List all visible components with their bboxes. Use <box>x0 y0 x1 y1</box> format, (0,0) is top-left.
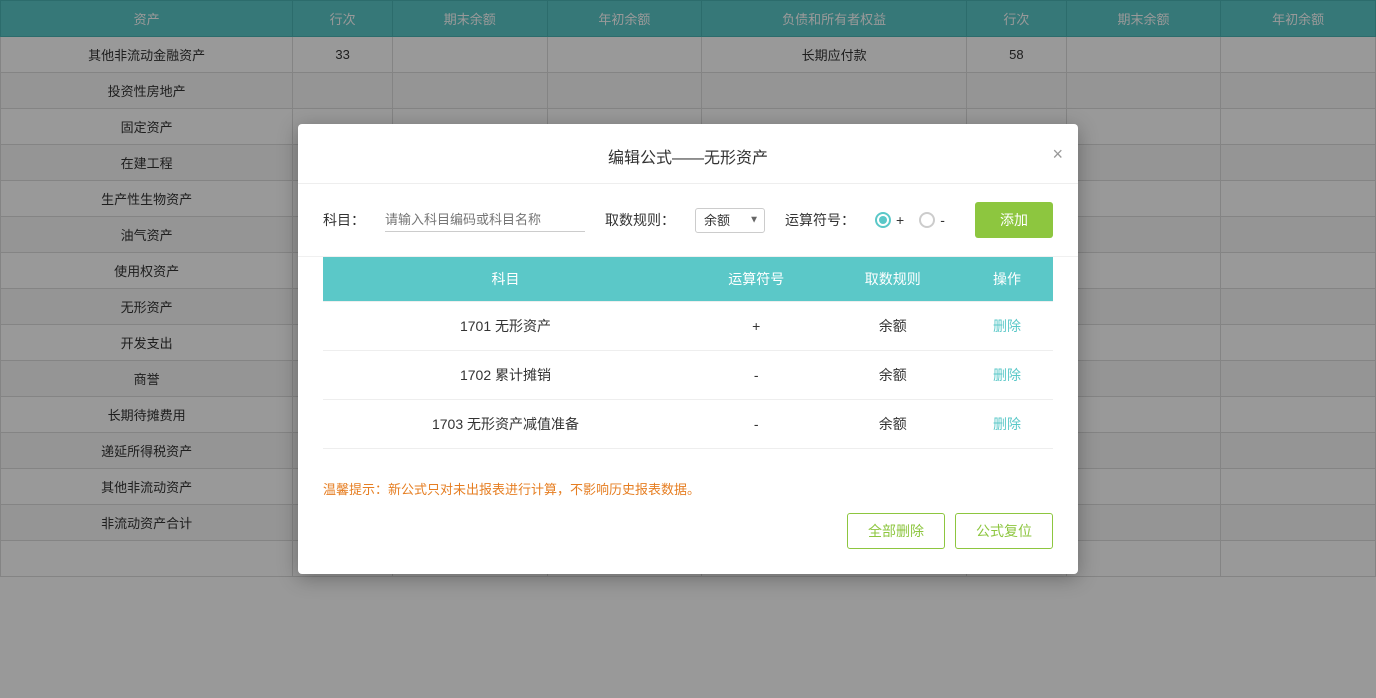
add-button[interactable]: 添加 <box>975 202 1053 238</box>
tip-text: 温馨提示：新公式只对未出报表进行计算，不影响历史报表数据。 <box>323 479 1053 498</box>
form-row: 科目： 取数规则： 余额 发生额 ▼ 运算符号： + - <box>298 184 1078 257</box>
subject-cell: 1702 累计摊销 <box>323 351 688 400</box>
rule-cell: 余额 <box>824 302 960 351</box>
delete-link[interactable]: 删除 <box>993 367 1021 383</box>
formula-header-cell: 取数规则 <box>824 257 960 302</box>
modal-overlay: 编辑公式——无形资产 × 科目： 取数规则： 余额 发生额 ▼ 运算符号： + <box>0 0 1376 698</box>
rule-cell: 余额 <box>824 400 960 449</box>
formula-header-cell: 操作 <box>961 257 1053 302</box>
formula-header-cell: 科目 <box>323 257 688 302</box>
delete-link[interactable]: 删除 <box>993 318 1021 334</box>
close-button[interactable]: × <box>1052 145 1063 163</box>
reset-formula-button[interactable]: 公式复位 <box>955 513 1053 549</box>
modal-header: 编辑公式——无形资产 × <box>298 124 1078 184</box>
modal-title: 编辑公式——无形资产 <box>608 150 768 167</box>
operator-cell: + <box>688 302 824 351</box>
subject-input[interactable] <box>385 208 585 232</box>
action-cell: 删除 <box>961 400 1053 449</box>
formula-table-body: 1701 无形资产+余额删除1702 累计摊销-余额删除1703 无形资产减值准… <box>323 302 1053 449</box>
modal-dialog: 编辑公式——无形资产 × 科目： 取数规则： 余额 发生额 ▼ 运算符号： + <box>298 124 1078 574</box>
operator-minus-label: - <box>940 212 945 228</box>
delete-all-button[interactable]: 全部删除 <box>847 513 945 549</box>
rule-select-wrapper[interactable]: 余额 发生额 ▼ <box>695 208 765 233</box>
table-row: 1701 无形资产+余额 删除 <box>323 302 1053 351</box>
subject-cell: 1703 无形资产减值准备 <box>323 400 688 449</box>
rule-label: 取数规则： <box>605 210 675 230</box>
operator-radio-group: + - <box>875 212 945 228</box>
rule-cell: 余额 <box>824 351 960 400</box>
operator-plus-label: + <box>896 212 904 228</box>
footer-buttons: 全部删除 公式复位 <box>323 513 1053 549</box>
table-row: 1702 累计摊销-余额 删除 <box>323 351 1053 400</box>
formula-table-header: 科目运算符号取数规则操作 <box>323 257 1053 302</box>
operator-cell: - <box>688 400 824 449</box>
action-cell: 删除 <box>961 351 1053 400</box>
rule-select[interactable]: 余额 发生额 <box>695 208 765 233</box>
operator-label: 运算符号： <box>785 210 855 230</box>
operator-cell: - <box>688 351 824 400</box>
formula-header-cell: 运算符号 <box>688 257 824 302</box>
action-cell: 删除 <box>961 302 1053 351</box>
delete-link[interactable]: 删除 <box>993 416 1021 432</box>
data-table-wrapper: 科目运算符号取数规则操作 1701 无形资产+余额删除1702 累计摊销-余额删… <box>298 257 1078 464</box>
subject-label: 科目： <box>323 210 365 230</box>
radio-minus-circle <box>919 212 935 228</box>
modal-footer: 温馨提示：新公式只对未出报表进行计算，不影响历史报表数据。 全部删除 公式复位 <box>298 464 1078 554</box>
formula-table: 科目运算符号取数规则操作 1701 无形资产+余额删除1702 累计摊销-余额删… <box>323 257 1053 449</box>
operator-plus-radio[interactable]: + <box>875 212 904 228</box>
radio-plus-circle <box>875 212 891 228</box>
table-row: 1703 无形资产减值准备-余额 删除 <box>323 400 1053 449</box>
subject-cell: 1701 无形资产 <box>323 302 688 351</box>
operator-minus-radio[interactable]: - <box>919 212 945 228</box>
